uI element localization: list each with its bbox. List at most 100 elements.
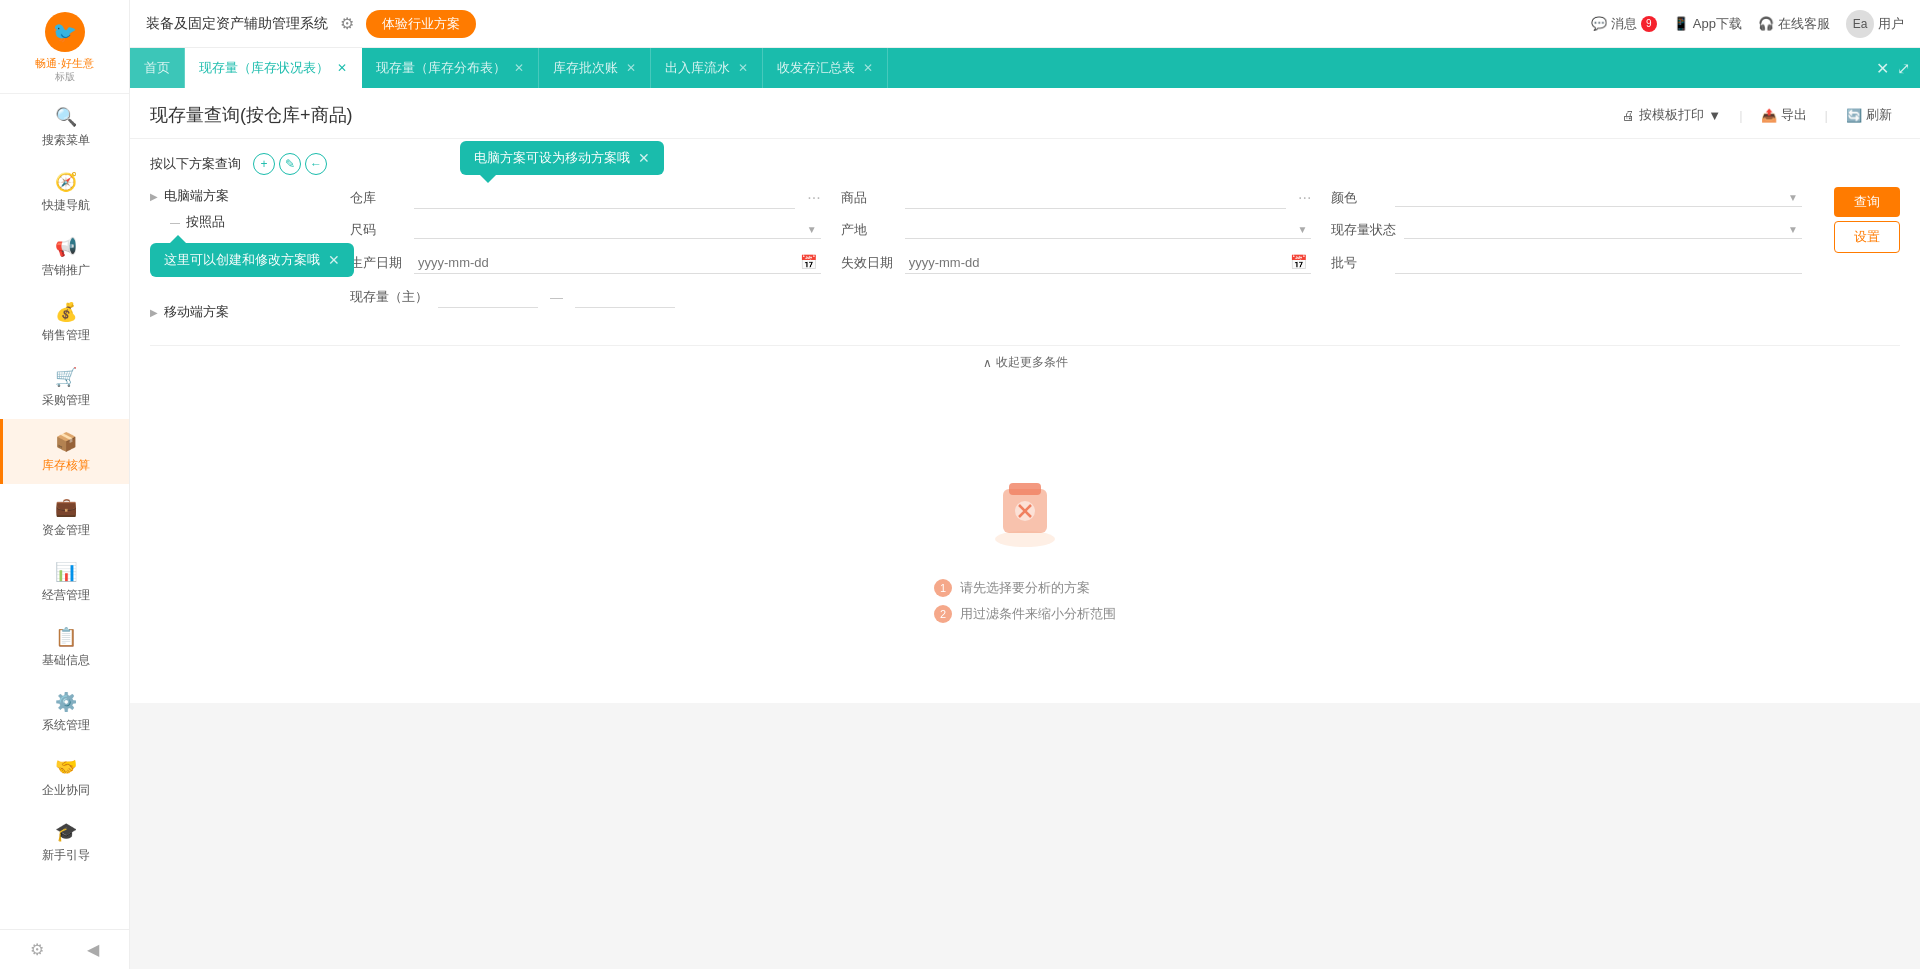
collapse-arrow-icon: ∧ xyxy=(983,356,992,370)
tab-close-inventory-dist[interactable]: ✕ xyxy=(514,61,524,75)
filter-row-dates: 生产日期 📅 失效日期 📅 xyxy=(350,251,1802,274)
add-plan-btn[interactable]: + xyxy=(253,153,275,175)
svg-point-0 xyxy=(995,531,1055,547)
batch-input[interactable] xyxy=(1395,252,1802,274)
purchase-icon: 🛒 xyxy=(55,366,77,388)
export-btn[interactable]: 📤 导出 xyxy=(1753,102,1815,128)
filter-row-size-origin: 尺码 ▼ 产地 ▼ xyxy=(350,221,1802,239)
sidebar-label-inventory: 库存核算 xyxy=(42,457,90,474)
tab-home[interactable]: 首页 xyxy=(130,48,185,88)
search-icon: 🔍 xyxy=(55,106,77,128)
tab-inout-flow[interactable]: 出入库流水✕ xyxy=(651,48,763,88)
setting-btn[interactable]: 设置 xyxy=(1834,221,1900,253)
sidebar-item-operation[interactable]: 📊经营管理 xyxy=(0,549,129,614)
sidebar-item-purchase[interactable]: 🛒采购管理 xyxy=(0,354,129,419)
tab-batch-ledger[interactable]: 库存批次账✕ xyxy=(539,48,651,88)
quantity-max-input[interactable] xyxy=(575,286,675,308)
tab-recv-summary[interactable]: 收发存汇总表✕ xyxy=(763,48,888,88)
filter-expiry-date: 失效日期 📅 xyxy=(841,251,1312,274)
avatar: Ea xyxy=(1846,10,1874,38)
produce-date-start[interactable]: 📅 xyxy=(414,251,821,274)
sidebar-item-newuser[interactable]: 🎓新手引导 xyxy=(0,809,129,874)
app-download-btn[interactable]: 📱 App下载 xyxy=(1673,15,1742,33)
sidebar-item-search[interactable]: 🔍 搜索菜单 xyxy=(0,94,129,159)
color-select[interactable]: ▼ xyxy=(1395,189,1802,207)
expiry-date-start-input[interactable] xyxy=(909,255,1287,270)
expiry-date-start[interactable]: 📅 xyxy=(905,251,1312,274)
settings-icon[interactable]: ⚙ xyxy=(340,14,354,33)
tab-inventory-dist[interactable]: 现存量（库存分布表）✕ xyxy=(362,48,539,88)
tooltip1-close[interactable]: ✕ xyxy=(638,150,650,166)
expand-tabs-icon[interactable]: ⤢ xyxy=(1897,59,1910,78)
main-area: 装备及固定资产辅助管理系统 ⚙ 体验行业方案 💬 消息 9 📱 App下载 🎧 … xyxy=(130,0,1920,969)
sidebar-label-finance: 资金管理 xyxy=(42,522,90,539)
tooltip-edit-hint: 这里可以创建和修改方案哦 ✕ xyxy=(150,243,354,277)
edit-plan-btn[interactable]: ✎ xyxy=(279,153,301,175)
sidebar: 🐦 畅通·好生意 标版 🔍搜索菜单🧭快捷导航📢营销推广💰销售管理🛒采购管理📦库存… xyxy=(0,0,130,969)
system-icon: ⚙️ xyxy=(55,691,77,713)
sidebar-label-search: 搜索菜单 xyxy=(42,132,90,149)
message-icon: 💬 xyxy=(1591,16,1607,31)
collapse-row[interactable]: ∧ 收起更多条件 xyxy=(150,345,1900,379)
filter-inventory-status: 现存量状态 ▼ xyxy=(1331,221,1802,239)
marketing-icon: 📢 xyxy=(55,236,77,258)
tooltip2-close[interactable]: ✕ xyxy=(328,252,340,268)
search-btn[interactable]: 查询 xyxy=(1834,187,1900,217)
goods-dots[interactable]: ··· xyxy=(1298,189,1311,207)
tab-bar: 首页现存量（库存状况表）✕现存量（库存分布表）✕库存批次账✕出入库流水✕收发存汇… xyxy=(130,48,1920,88)
tab-close-inventory-status[interactable]: ✕ xyxy=(337,61,347,75)
tab-label-inventory-status: 现存量（库存状况表） xyxy=(199,59,329,77)
settings-bottom-icon[interactable]: ⚙ xyxy=(30,940,44,959)
trial-btn[interactable]: 体验行业方案 xyxy=(366,10,476,38)
sales-icon: 💰 xyxy=(55,301,77,323)
produce-date-start-input[interactable] xyxy=(418,255,796,270)
sidebar-bottom: ⚙ ◀ xyxy=(0,929,129,969)
print-arrow-icon: ▼ xyxy=(1708,108,1721,123)
tab-close-batch-ledger[interactable]: ✕ xyxy=(626,61,636,75)
enterprise-icon: 🤝 xyxy=(55,756,77,778)
calendar-icon2[interactable]: 📅 xyxy=(1290,254,1307,270)
filter-top-row: 按以下方案查询 + ✎ ← 电脑方案可设为移动方案哦 ✕ xyxy=(150,153,1900,175)
quantity-min-input[interactable] xyxy=(438,286,538,308)
top-header: 装备及固定资产辅助管理系统 ⚙ 体验行业方案 💬 消息 9 📱 App下载 🎧 … xyxy=(130,0,1920,48)
tab-close-inout-flow[interactable]: ✕ xyxy=(738,61,748,75)
sidebar-item-sales[interactable]: 💰销售管理 xyxy=(0,289,129,354)
print-btn[interactable]: 🖨 按模板打印 ▼ xyxy=(1614,102,1729,128)
page-title: 现存量查询(按仓库+商品) xyxy=(150,103,353,127)
sidebar-item-guide[interactable]: 🧭快捷导航 xyxy=(0,159,129,224)
message-badge: 9 xyxy=(1641,16,1657,32)
sidebar-item-inventory[interactable]: 📦库存核算 xyxy=(0,419,129,484)
phone-icon: 📱 xyxy=(1673,16,1689,31)
mobile-plan-label: 移动端方案 xyxy=(164,303,229,321)
sidebar-item-system[interactable]: ⚙️系统管理 xyxy=(0,679,129,744)
tab-inventory-status[interactable]: 现存量（库存状况表） ✕ xyxy=(185,48,362,88)
sidebar-item-finance[interactable]: 💼资金管理 xyxy=(0,484,129,549)
goods-input[interactable] xyxy=(905,187,1286,209)
user-menu[interactable]: Ea 用户 xyxy=(1846,10,1904,38)
tab-close-recv-summary[interactable]: ✕ xyxy=(863,61,873,75)
tooltip-plan-hint: 电脑方案可设为移动方案哦 ✕ xyxy=(460,141,664,175)
refresh-btn[interactable]: 🔄 刷新 xyxy=(1838,102,1900,128)
filter-row-warehouse: 仓库 ··· 商品 ··· 颜色 ▼ xyxy=(350,187,1802,209)
message-btn[interactable]: 💬 消息 9 xyxy=(1591,15,1657,33)
sidebar-item-basic[interactable]: 📋基础信息 xyxy=(0,614,129,679)
plan-item-desktop[interactable]: — 按照品 xyxy=(170,211,330,233)
sidebar-item-marketing[interactable]: 📢营销推广 xyxy=(0,224,129,289)
calendar-icon[interactable]: 📅 xyxy=(800,254,817,270)
filter-label: 按以下方案查询 xyxy=(150,155,241,173)
close-all-tabs-icon[interactable]: ✕ xyxy=(1876,59,1889,78)
sidebar-item-enterprise[interactable]: 🤝企业协同 xyxy=(0,744,129,809)
empty-tip-1: 1 请先选择要分析的方案 xyxy=(934,579,1116,597)
online-support-btn[interactable]: 🎧 在线客服 xyxy=(1758,15,1830,33)
header-left: 装备及固定资产辅助管理系统 ⚙ 体验行业方案 xyxy=(146,10,476,38)
collapse-sidebar-icon[interactable]: ◀ xyxy=(87,940,99,959)
warehouse-dots[interactable]: ··· xyxy=(807,189,820,207)
inventory-status-select[interactable]: ▼ xyxy=(1404,221,1802,239)
sidebar-label-operation: 经营管理 xyxy=(42,587,90,604)
content-inner: 现存量查询(按仓库+商品) 🖨 按模板打印 ▼ | 📤 导出 | 🔄 xyxy=(130,88,1920,703)
size-select[interactable]: ▼ xyxy=(414,221,821,239)
warehouse-input[interactable] xyxy=(414,187,795,209)
origin-select[interactable]: ▼ xyxy=(905,221,1312,239)
filter-row-qty: 现存量（主） — xyxy=(350,286,1802,308)
back-plan-btn[interactable]: ← xyxy=(305,153,327,175)
